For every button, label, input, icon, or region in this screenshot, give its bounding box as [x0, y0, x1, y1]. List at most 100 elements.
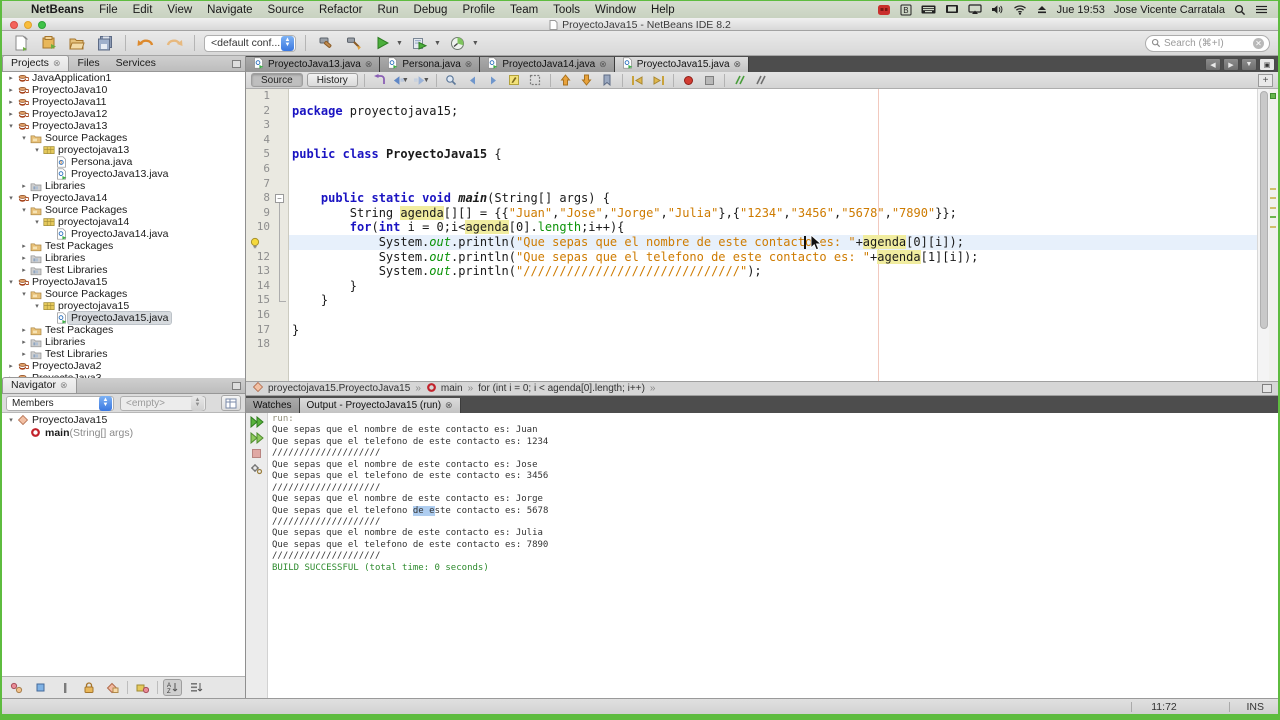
expanded-arrow-icon[interactable]: ▾: [6, 194, 16, 202]
output-tab[interactable]: Output - ProyectoJava15 (run) ⊗: [299, 398, 461, 413]
uncomment-icon[interactable]: [752, 73, 769, 88]
editor-gutter[interactable]: 1 2 3 4 5 6 7 8 9 10 12 13 14 15 16 17 18: [246, 89, 289, 381]
profile-dropdown-arrow[interactable]: ▼: [472, 40, 479, 47]
code-line[interactable]: System.out.println("////////////////////…: [289, 264, 1257, 279]
code-line[interactable]: [289, 162, 1257, 177]
tree-item[interactable]: ProyectoJava14.java: [2, 228, 245, 240]
new-project-button[interactable]: [38, 33, 60, 53]
navigator-tree[interactable]: ▾ ProyectoJava15 main(String[] args): [2, 413, 245, 676]
navigator-class-item[interactable]: ▾ ProyectoJava15: [2, 413, 245, 426]
show-non-public-icon[interactable]: [79, 679, 98, 696]
caret-mark[interactable]: [1270, 216, 1276, 218]
close-tab-icon[interactable]: ⊗: [465, 59, 473, 70]
tree-item[interactable]: ▾ proyectojava15: [2, 300, 245, 312]
tree-item[interactable]: ▾ proyectojava14: [2, 216, 245, 228]
breadcrumb-item[interactable]: main: [426, 382, 463, 396]
menu-item-file[interactable]: File: [99, 4, 118, 16]
menu-item-navigate[interactable]: Navigate: [207, 4, 252, 16]
build-settings-icon[interactable]: [250, 463, 263, 475]
code-line[interactable]: [289, 89, 1257, 104]
error-stripe[interactable]: [1269, 89, 1278, 381]
show-inner-classes-icon[interactable]: [103, 679, 122, 696]
minimize-panel-icon[interactable]: [232, 60, 241, 68]
window-titlebar[interactable]: ProyectoJava15 - NetBeans IDE 8.2: [2, 18, 1278, 31]
collapsed-arrow-icon[interactable]: ▸: [6, 74, 16, 82]
breadcrumb-maximize-icon[interactable]: [1262, 384, 1272, 393]
expanded-arrow-icon[interactable]: ▾: [32, 146, 42, 154]
code-line[interactable]: }: [289, 293, 1257, 308]
expanded-arrow-icon[interactable]: ▾: [6, 416, 16, 424]
project-config-select[interactable]: <default conf... ▲ ▼: [204, 34, 296, 52]
occurrence-mark[interactable]: [1270, 226, 1276, 228]
code-line[interactable]: [289, 308, 1257, 323]
minimize-panel-icon[interactable]: [232, 382, 241, 390]
menu-item-view[interactable]: View: [167, 4, 192, 16]
code-editor[interactable]: 1 2 3 4 5 6 7 8 9 10 12 13 14 15 16 17 18 − package proy…: [246, 89, 1278, 381]
show-fields-icon[interactable]: [31, 679, 50, 696]
hint-bulb-icon[interactable]: [249, 237, 261, 250]
scrollbar-thumb[interactable]: [1259, 91, 1268, 329]
tree-item[interactable]: ▸ Libraries: [2, 336, 245, 348]
menu-item-window[interactable]: Window: [595, 4, 636, 16]
tree-item[interactable]: ▸ ProyectoJava2: [2, 360, 245, 372]
code-line[interactable]: String agenda[][] = {{"Juan","Jose","Jor…: [289, 205, 1257, 221]
save-all-button[interactable]: [94, 33, 116, 53]
tree-item[interactable]: ▸ ProyectoJava11: [2, 96, 245, 108]
tree-item[interactable]: ▾ ProyectoJava13: [2, 120, 245, 132]
collapsed-arrow-icon[interactable]: ▸: [19, 326, 29, 334]
scroll-tabs-left-icon[interactable]: ◀: [1205, 58, 1221, 71]
expanded-arrow-icon[interactable]: ▾: [32, 302, 42, 310]
last-edit-icon[interactable]: [371, 73, 388, 88]
maximize-editor-icon[interactable]: ▣: [1259, 58, 1275, 71]
run-dropdown-arrow[interactable]: ▼: [396, 40, 403, 47]
navigator-sort-button[interactable]: [221, 395, 241, 411]
tree-item[interactable]: ▸ Test Packages: [2, 324, 245, 336]
start-macro-icon[interactable]: [680, 73, 697, 88]
open-project-button[interactable]: [66, 33, 88, 53]
occurrence-mark[interactable]: [1270, 197, 1276, 199]
collapsed-arrow-icon[interactable]: ▸: [6, 86, 16, 94]
close-tab-icon[interactable]: ⊗: [445, 400, 453, 411]
code-line[interactable]: [289, 177, 1257, 192]
rerun-with-args-icon[interactable]: [250, 432, 264, 444]
collapsed-arrow-icon[interactable]: ▸: [19, 266, 29, 274]
show-static-icon[interactable]: [55, 679, 74, 696]
expanded-arrow-icon[interactable]: ▾: [6, 122, 16, 130]
menu-item-team[interactable]: Team: [510, 4, 538, 16]
collapsed-arrow-icon[interactable]: ▸: [6, 98, 16, 106]
collapsed-arrow-icon[interactable]: ▸: [19, 182, 29, 190]
expanded-arrow-icon[interactable]: ▾: [6, 278, 16, 286]
code-line[interactable]: package proyectojava15;: [289, 104, 1257, 119]
shift-right-icon[interactable]: [650, 73, 667, 88]
sort-alpha-icon[interactable]: AZ: [163, 679, 182, 696]
tree-item[interactable]: ▸ Libraries: [2, 180, 245, 192]
code-line[interactable]: System.out.println("Que sepas que el tel…: [289, 249, 1257, 265]
sort-source-icon[interactable]: [187, 679, 206, 696]
output-tab[interactable]: Watches: [246, 398, 300, 413]
menu-item-run[interactable]: Run: [377, 4, 398, 16]
tree-item[interactable]: ▸ Test Packages: [2, 240, 245, 252]
tree-item[interactable]: ▾ Source Packages: [2, 204, 245, 216]
output-panel[interactable]: run: Que sepas que el nombre de este cont…: [246, 413, 1278, 698]
tab-files[interactable]: Files: [69, 56, 107, 71]
toggle-highlight-icon[interactable]: [506, 73, 523, 88]
select-in-projects-icon[interactable]: [527, 73, 544, 88]
keyboard-icon[interactable]: [921, 4, 936, 15]
editor-tab-proyectojava15.java[interactable]: ProyectoJava15.java ⊗: [614, 57, 750, 72]
tree-item[interactable]: ▸ ProyectoJava12: [2, 108, 245, 120]
tree-item[interactable]: ProyectoJava13.java: [2, 168, 245, 180]
projects-tree[interactable]: ▸ JavaApplication1 ▸ ProyectoJava10 ▸ Proyect…: [2, 72, 245, 378]
navigator-empty-select[interactable]: <empty> ▲ ▼: [120, 395, 206, 411]
collapsed-arrow-icon[interactable]: ▸: [19, 254, 29, 262]
profile-project-button[interactable]: [447, 33, 469, 53]
breadcrumb-item[interactable]: proyectojava15.ProyectoJava15: [252, 381, 410, 396]
tree-item[interactable]: ▾ ProyectoJava15: [2, 276, 245, 288]
screen-mirroring-icon[interactable]: [967, 4, 982, 15]
code-line[interactable]: public class ProyectoJava15 {: [289, 147, 1257, 162]
expanded-arrow-icon[interactable]: ▾: [19, 206, 29, 214]
show-inherited-icon[interactable]: [7, 679, 26, 696]
editor-scrollbar[interactable]: [1257, 89, 1269, 381]
wifi-icon[interactable]: [1013, 4, 1027, 15]
code-line[interactable]: System.out.println("Que sepas que el nom…: [289, 234, 1257, 250]
code-line[interactable]: }: [289, 323, 1257, 338]
